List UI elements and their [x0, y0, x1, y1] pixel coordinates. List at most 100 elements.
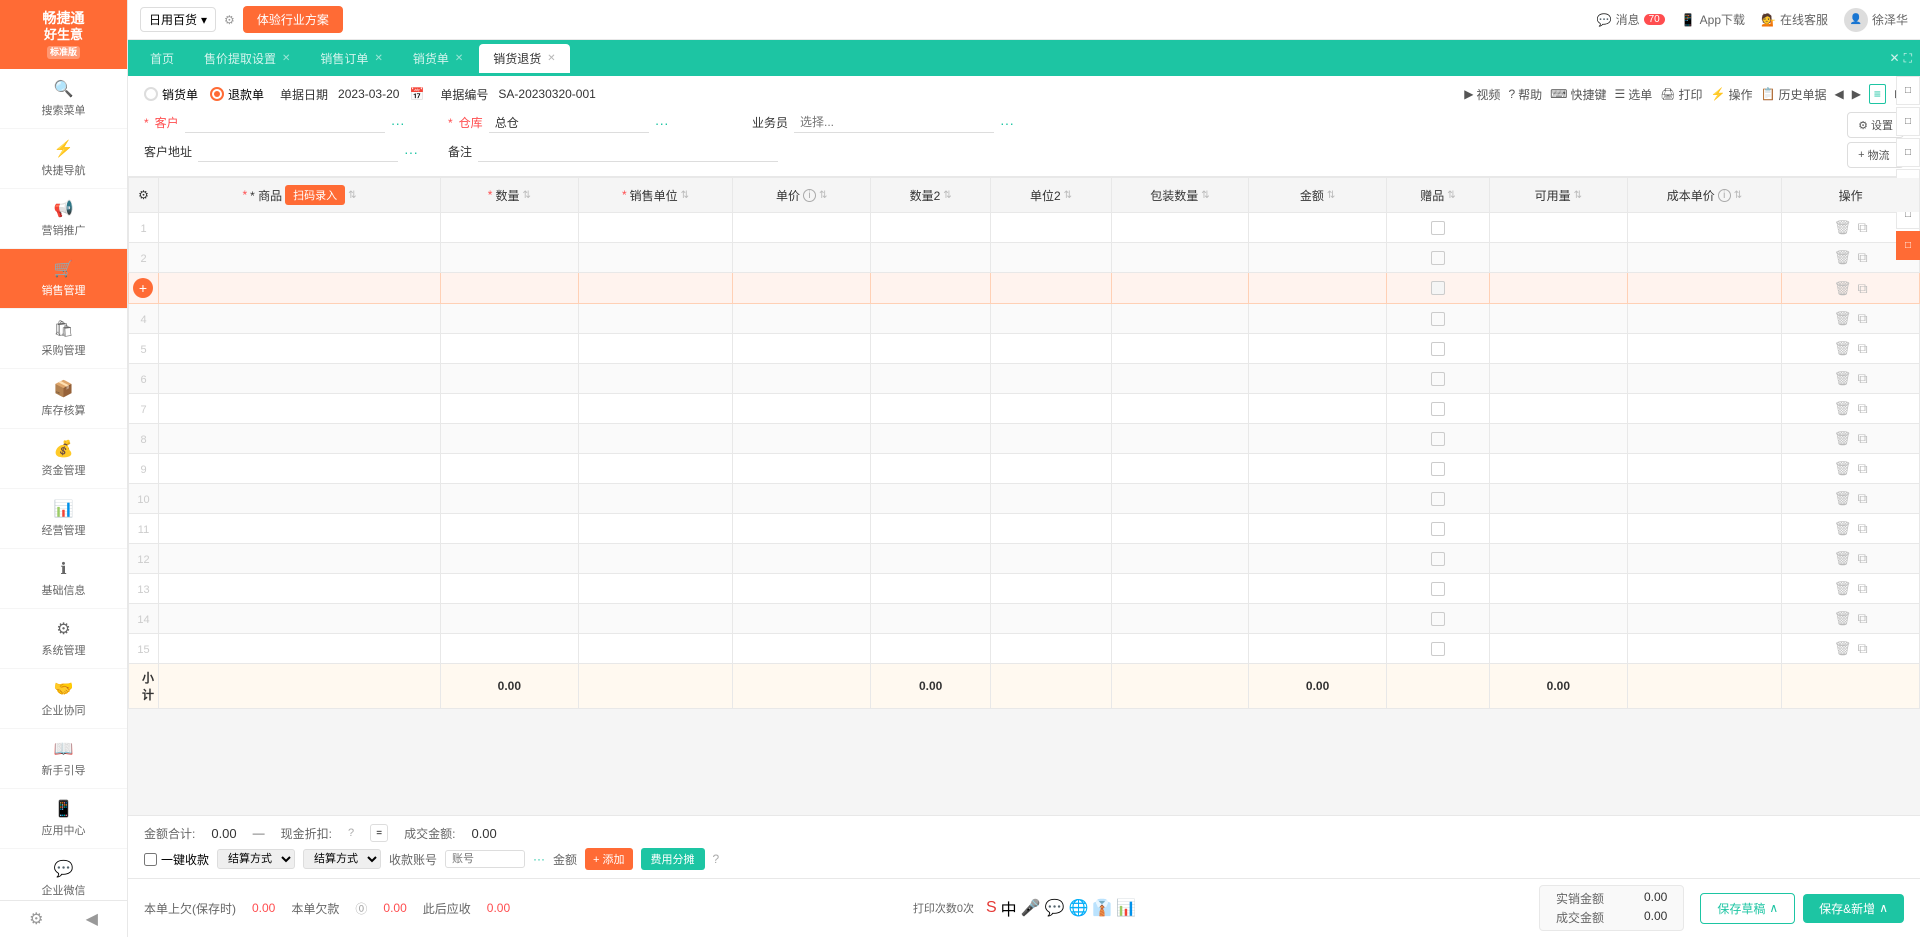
row-14-amount[interactable] [1249, 604, 1387, 634]
print-btn[interactable]: 🖨 打印 [1660, 86, 1702, 103]
row-13-qty2[interactable] [870, 574, 990, 604]
row-8-available[interactable] [1490, 424, 1628, 454]
row-15-unit[interactable] [578, 634, 733, 664]
row-7-gift-checkbox[interactable] [1431, 402, 1445, 416]
row-9-amount[interactable] [1249, 454, 1387, 484]
online-service-btn[interactable]: 💁 在线客服 [1761, 11, 1828, 28]
row-10-unit2[interactable] [991, 484, 1111, 514]
sidebar-item-operations[interactable]: 📊 经营管理 [0, 489, 127, 549]
row-6-qty2[interactable] [870, 364, 990, 394]
row-14-product[interactable] [159, 604, 441, 634]
row-9-cost-price[interactable] [1627, 454, 1782, 484]
one-click-pay-checkbox[interactable]: 一键收款 [144, 851, 209, 868]
sidebar-settings-btn[interactable]: ⚙ [29, 909, 43, 929]
row-3-cost-price[interactable] [1627, 273, 1782, 304]
row-7-qty[interactable] [441, 394, 579, 424]
row-10-product[interactable] [159, 484, 441, 514]
row-7-unit[interactable] [578, 394, 733, 424]
row-8-product[interactable] [159, 424, 441, 454]
row-1-qty[interactable] [441, 213, 579, 243]
row-8-copy-btn[interactable]: ⧉ [1858, 430, 1868, 447]
select-btn[interactable]: ☰ 选单 [1614, 86, 1652, 103]
row-2-gift-checkbox[interactable] [1431, 251, 1445, 265]
radio-sales-btn[interactable] [144, 87, 158, 101]
row-5-copy-btn[interactable]: ⧉ [1858, 340, 1868, 357]
row-13-available[interactable] [1490, 574, 1628, 604]
next-record-btn[interactable]: ▶ [1852, 87, 1861, 101]
row-1-gift-checkbox[interactable] [1431, 221, 1445, 235]
row-6-copy-btn[interactable]: ⧉ [1858, 370, 1868, 387]
row-1-unit2[interactable] [991, 213, 1111, 243]
row-10-price[interactable] [733, 484, 871, 514]
row-3-price[interactable] [733, 273, 871, 304]
row-3-qty[interactable] [441, 273, 579, 304]
row-14-delete-btn[interactable]: 🗑 [1834, 610, 1852, 627]
row-3-gift-checkbox[interactable] [1431, 281, 1445, 295]
row-10-qty2[interactable] [870, 484, 990, 514]
row-14-price[interactable] [733, 604, 871, 634]
row-4-amount[interactable] [1249, 304, 1387, 334]
row-11-delete-btn[interactable]: 🗑 [1834, 520, 1852, 537]
row-4-pkg-qty[interactable] [1111, 304, 1249, 334]
row-11-price[interactable] [733, 514, 871, 544]
row-7-product[interactable] [159, 394, 441, 424]
th-available-sort[interactable]: ⇅ [1574, 190, 1582, 201]
row-10-gift[interactable] [1386, 484, 1489, 514]
th-cost-price-sort[interactable]: ⇅ [1734, 190, 1742, 201]
row-12-qty2[interactable] [870, 544, 990, 574]
row-1-amount[interactable] [1249, 213, 1387, 243]
row-12-copy-btn[interactable]: ⧉ [1858, 550, 1868, 567]
row-15-unit2[interactable] [991, 634, 1111, 664]
row-3-delete-btn[interactable]: 🗑 [1834, 280, 1852, 297]
row-13-price[interactable] [733, 574, 871, 604]
address-picker-btn[interactable]: ··· [404, 144, 418, 160]
row-2-pkg-qty[interactable] [1111, 243, 1249, 273]
row-6-unit[interactable] [578, 364, 733, 394]
row-5-gift-checkbox[interactable] [1431, 342, 1445, 356]
customer-picker-btn[interactable]: ··· [391, 115, 405, 131]
row-14-copy-btn[interactable]: ⧉ [1858, 610, 1868, 627]
row-13-copy-btn[interactable]: ⧉ [1858, 580, 1868, 597]
video-btn[interactable]: ▶ 视频 [1464, 86, 1500, 103]
row-7-qty2[interactable] [870, 394, 990, 424]
float-btn-6[interactable]: □ [1896, 231, 1920, 260]
warehouse-input[interactable] [489, 112, 649, 133]
row-12-pkg-qty[interactable] [1111, 544, 1249, 574]
row-9-product[interactable] [159, 454, 441, 484]
row-5-qty[interactable] [441, 334, 579, 364]
row-12-cost-price[interactable] [1627, 544, 1782, 574]
row-13-delete-btn[interactable]: 🗑 [1834, 580, 1852, 597]
footer-icon-7[interactable]: 📊 [1116, 898, 1136, 918]
sidebar-item-search[interactable]: 🔍 搜索菜单 [0, 69, 127, 129]
address-input[interactable] [198, 141, 398, 162]
row-10-qty[interactable] [441, 484, 579, 514]
row-11-unit2[interactable] [991, 514, 1111, 544]
row-6-delete-btn[interactable]: 🗑 [1834, 370, 1852, 387]
row-15-gift-checkbox[interactable] [1431, 642, 1445, 656]
row-4-copy-btn[interactable]: ⧉ [1858, 310, 1868, 327]
row-4-qty[interactable] [441, 304, 579, 334]
row-11-cost-price[interactable] [1627, 514, 1782, 544]
row-9-price[interactable] [733, 454, 871, 484]
row-1-cost-price[interactable] [1627, 213, 1782, 243]
row-3-gift[interactable] [1386, 273, 1489, 304]
row-7-gift[interactable] [1386, 394, 1489, 424]
row-12-delete-btn[interactable]: 🗑 [1834, 550, 1852, 567]
row-13-cost-price[interactable] [1627, 574, 1782, 604]
settle-method-select[interactable]: 结算方式 [217, 849, 295, 869]
row-8-gift-checkbox[interactable] [1431, 432, 1445, 446]
tab-sales[interactable]: 销货单 ✕ [399, 44, 477, 73]
row-4-unit2[interactable] [991, 304, 1111, 334]
row-4-qty2[interactable] [870, 304, 990, 334]
row-11-pkg-qty[interactable] [1111, 514, 1249, 544]
row-14-unit[interactable] [578, 604, 733, 634]
account-input[interactable] [445, 850, 525, 868]
row-10-pkg-qty[interactable] [1111, 484, 1249, 514]
row-3-unit2[interactable] [991, 273, 1111, 304]
prev-record-btn[interactable]: ◀ [1834, 87, 1843, 101]
row-2-product[interactable] [159, 243, 441, 273]
row-5-qty2[interactable] [870, 334, 990, 364]
industry-select[interactable]: 日用百货 ▾ [140, 7, 216, 32]
row-4-product[interactable] [159, 304, 441, 334]
row-15-delete-btn[interactable]: 🗑 [1834, 640, 1852, 657]
